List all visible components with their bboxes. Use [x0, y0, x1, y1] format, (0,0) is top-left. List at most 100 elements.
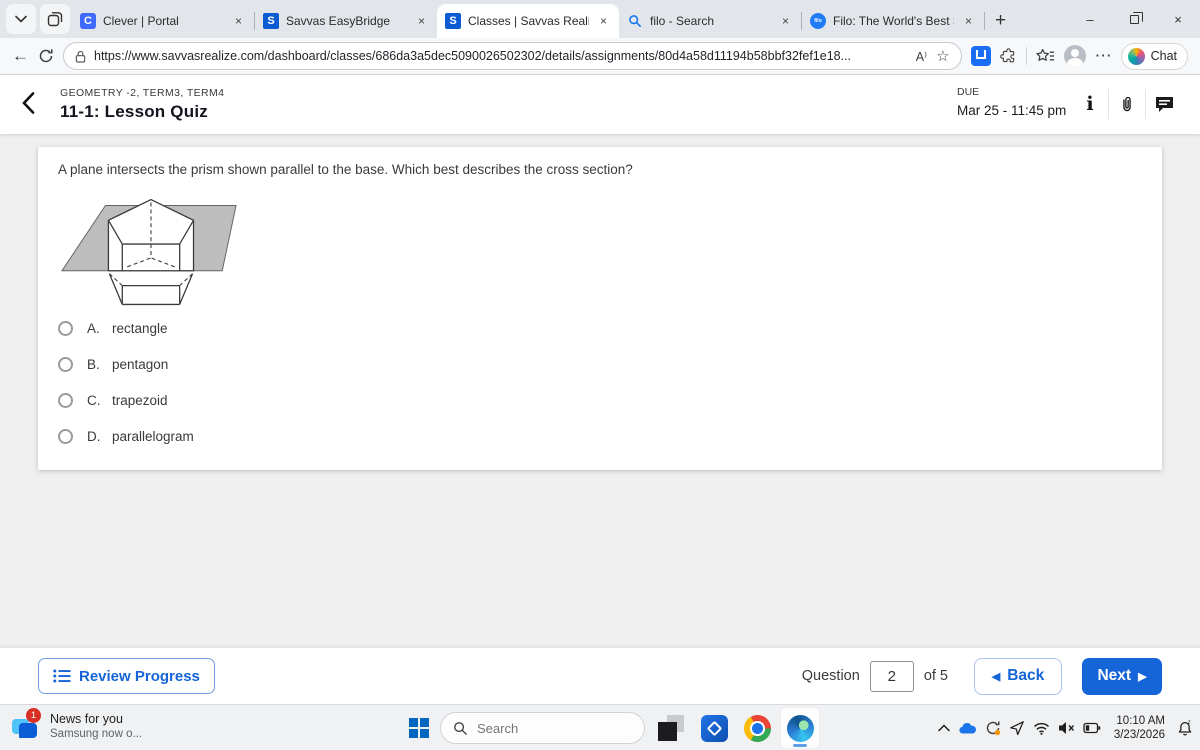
review-progress-label: Review Progress: [79, 667, 200, 685]
windows-update-button[interactable]: [985, 720, 1001, 736]
tab-close-icon[interactable]: ×: [961, 12, 976, 30]
radio-button[interactable]: [58, 356, 73, 372]
start-button[interactable]: [402, 712, 436, 744]
search-icon: [454, 721, 467, 735]
notifications-dnd-button[interactable]: z: [1176, 719, 1194, 737]
taskbar-app-edge[interactable]: [781, 708, 819, 748]
due-block: DUE Mar 25 - 11:45 pm: [957, 86, 1067, 118]
tab-close-icon[interactable]: ×: [778, 12, 793, 30]
wifi-button[interactable]: [1033, 722, 1050, 735]
chevron-down-icon: [15, 15, 27, 23]
assignment-back-button[interactable]: [22, 92, 35, 114]
attachment-button[interactable]: [1109, 94, 1145, 114]
lock-icon: [75, 50, 86, 63]
widgets-text: News for you Samsung now o...: [50, 712, 142, 740]
widgets-button[interactable]: 1 News for you Samsung now o...: [10, 708, 142, 742]
paperclip-icon: [1123, 96, 1131, 112]
system-tray: 10:10 AM 3/23/2026 z: [938, 705, 1194, 750]
quiz-footer: Review Progress Question of 5 ◀ Back Nex…: [0, 647, 1200, 704]
tab-classes-savvas-realize[interactable]: S Classes | Savvas Realize ×: [437, 4, 619, 38]
clock-date: 3/23/2026: [1113, 729, 1165, 741]
pinned-extension-icon[interactable]: [970, 46, 991, 66]
notification-badge: 1: [26, 708, 41, 723]
tab-search-button[interactable]: [6, 4, 36, 34]
taskbar-app-chrome[interactable]: [738, 708, 776, 748]
option-label: trapezoid: [112, 392, 168, 408]
onedrive-cloud-icon: [959, 722, 976, 734]
search-favicon: [627, 13, 643, 29]
read-aloud-icon[interactable]: A⁾: [916, 49, 927, 64]
back-label: Back: [1007, 667, 1045, 684]
news-subtext: Samsung now o...: [50, 728, 143, 740]
prism-figure: [54, 191, 242, 311]
close-button[interactable]: ×: [1156, 0, 1200, 38]
info-button[interactable]: i: [1072, 93, 1108, 115]
option-letter: A.: [87, 320, 100, 336]
show-hidden-icons-button[interactable]: [938, 724, 950, 732]
svg-text:z: z: [1188, 720, 1191, 726]
next-button[interactable]: Next ▶: [1082, 657, 1162, 695]
minimize-button[interactable]: –: [1068, 0, 1112, 38]
option-label: parallelogram: [112, 428, 194, 444]
workspaces-icon: [47, 12, 63, 27]
due-label: DUE: [957, 86, 980, 98]
tab-close-icon[interactable]: ×: [414, 12, 429, 30]
back-button[interactable]: ◀ Back: [974, 657, 1062, 695]
settings-more-button[interactable]: ⋯: [1095, 46, 1112, 66]
favorites-hub-button[interactable]: [1035, 48, 1055, 64]
browser-back-button[interactable]: ←: [12, 46, 29, 66]
taskbar-clock[interactable]: 10:10 AM 3/23/2026: [1114, 714, 1165, 742]
tab-filo-search[interactable]: filo - Search ×: [619, 4, 801, 38]
radio-button[interactable]: [58, 428, 73, 444]
pagination-controls: Question of 5 ◀ Back Next ▶: [802, 657, 1162, 695]
onedrive-button[interactable]: [958, 721, 977, 735]
new-tab-button[interactable]: +: [995, 10, 1006, 32]
search-input[interactable]: [477, 720, 607, 736]
sync-icon: [986, 721, 1001, 736]
radio-button[interactable]: [58, 320, 73, 336]
tab-label: Clever | Portal: [103, 14, 179, 28]
volume-muted-button[interactable]: [1058, 721, 1075, 735]
extension-glyph: [975, 50, 986, 59]
copilot-chat-button[interactable]: Chat: [1120, 42, 1188, 70]
workspaces-button[interactable]: [40, 4, 70, 34]
review-progress-button[interactable]: Review Progress: [38, 658, 215, 694]
window-controls: – ×: [1068, 0, 1200, 38]
radio-button[interactable]: [58, 392, 73, 408]
refresh-button[interactable]: [38, 48, 54, 64]
extensions-button[interactable]: [999, 47, 1017, 65]
comment-button[interactable]: [1146, 96, 1182, 113]
chat-label: Chat: [1150, 49, 1177, 63]
profile-avatar[interactable]: [1063, 45, 1086, 67]
address-bar[interactable]: https://www.savvasrealize.com/dashboard/…: [63, 42, 962, 70]
option-letter: D.: [87, 428, 101, 444]
question-number-input[interactable]: [869, 660, 914, 692]
of-total-label: of 5: [923, 668, 948, 684]
location-in-use-button[interactable]: [1009, 720, 1025, 736]
favorite-star-icon[interactable]: ☆: [936, 47, 949, 65]
blue-diamond-app-icon: [700, 714, 728, 742]
taskbar-app-dark[interactable]: [652, 708, 690, 748]
tab-close-icon[interactable]: ×: [231, 12, 246, 30]
info-icon: i: [1086, 93, 1094, 115]
browser-tab-strip: C Clever | Portal × S Savvas EasyBridge …: [0, 0, 1200, 38]
back-arrow-icon: ◀: [991, 670, 1001, 683]
favorites-list-icon: [1035, 48, 1054, 61]
taskbar-search[interactable]: [440, 712, 645, 744]
restore-button[interactable]: [1112, 0, 1156, 38]
restore-icon: [1129, 11, 1143, 24]
savvas-favicon: S: [263, 13, 279, 29]
windows-logo-icon: [409, 718, 429, 738]
next-arrow-icon: ▶: [1138, 670, 1147, 683]
comment-icon: [1155, 96, 1173, 112]
tab-savvas-easybridge[interactable]: S Savvas EasyBridge ×: [255, 4, 437, 38]
screen: C Clever | Portal × S Savvas EasyBridge …: [0, 0, 1200, 750]
taskbar-app-blue[interactable]: [695, 708, 733, 748]
tab-separator: [984, 12, 985, 30]
assignment-title: 11-1: Lesson Quiz: [60, 102, 208, 121]
tab-filo-website[interactable]: filo Filo: The World's Best Stud ×: [802, 4, 984, 38]
extensions-puzzle-icon: [999, 47, 1014, 62]
tab-close-icon[interactable]: ×: [596, 12, 611, 30]
tab-clever-portal[interactable]: C Clever | Portal ×: [72, 4, 254, 38]
battery-button[interactable]: [1083, 722, 1101, 734]
